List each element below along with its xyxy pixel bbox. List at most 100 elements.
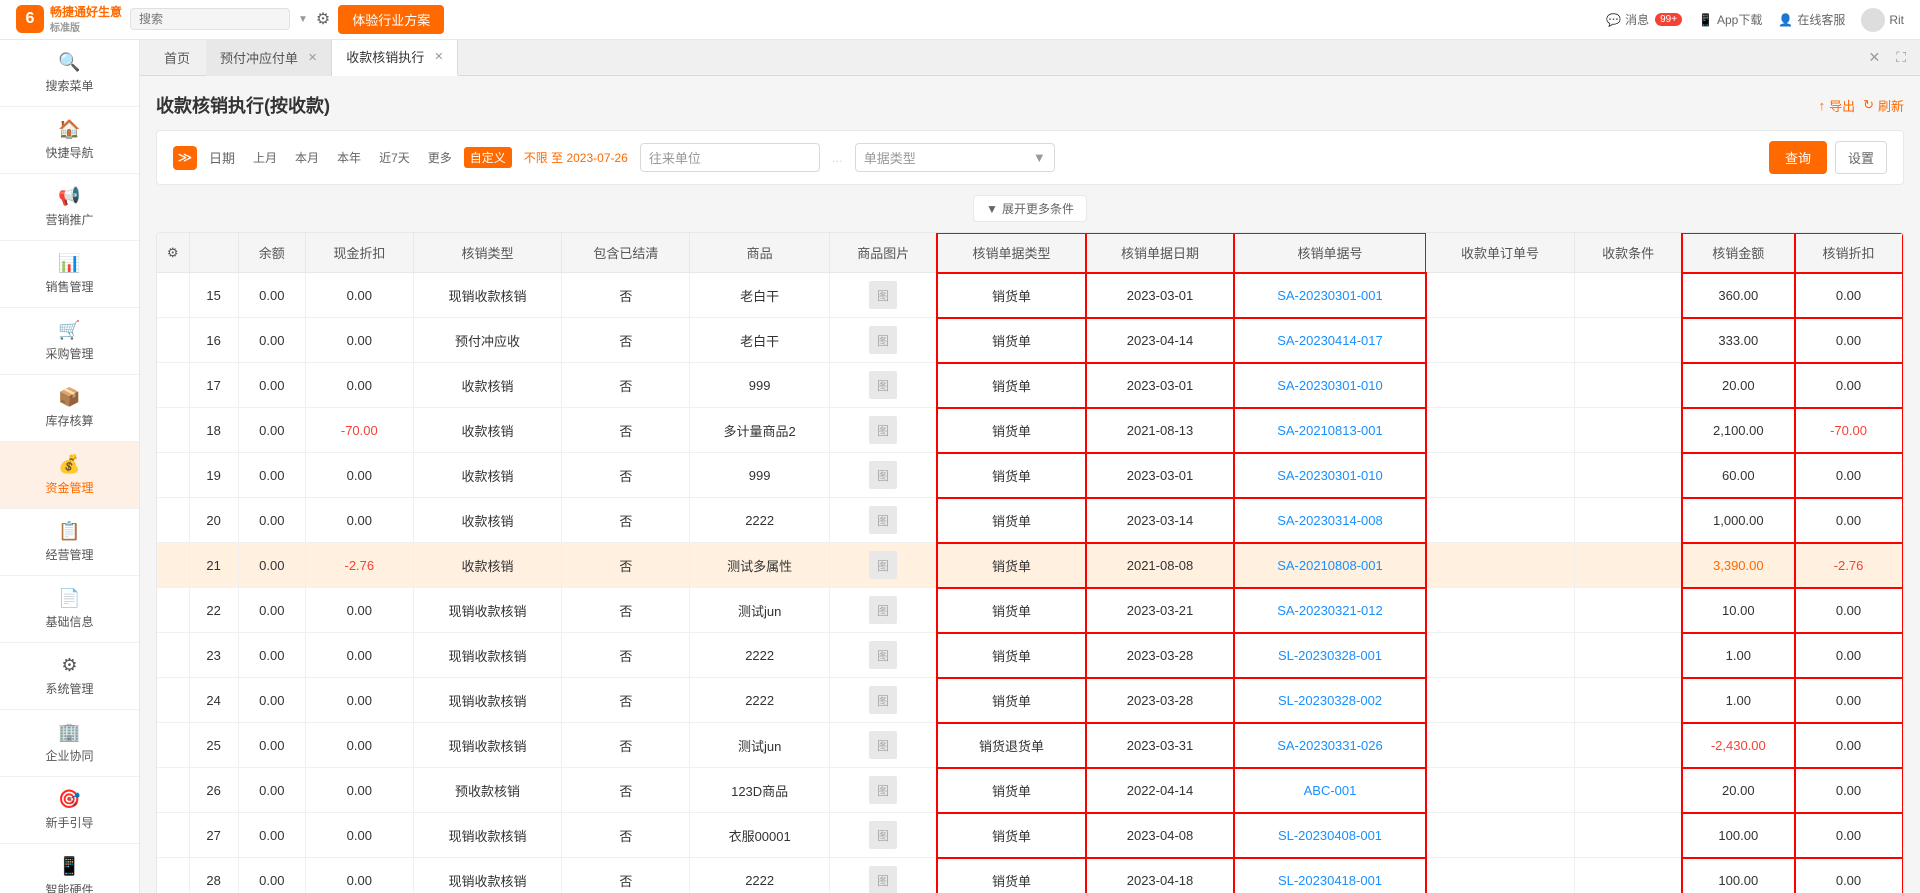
bill-no-link[interactable]: SA-20210808-001 bbox=[1277, 558, 1383, 573]
col-goods-cell: 999 bbox=[690, 363, 829, 408]
col-rownum-cell: 19 bbox=[189, 453, 238, 498]
system-icon: ⚙ bbox=[61, 655, 77, 676]
filter-more-btn[interactable]: 更多 bbox=[422, 147, 458, 168]
bill-no-link[interactable]: SL-20230328-002 bbox=[1278, 693, 1382, 708]
col-goods-image-cell: 图 bbox=[829, 363, 937, 408]
filter-expand-button[interactable]: ≫ bbox=[173, 146, 197, 170]
col-verify-discount-cell: 0.00 bbox=[1795, 723, 1903, 768]
logo-icon: 6 bbox=[16, 5, 44, 33]
sidebar-item-enterprise[interactable]: 🏢 企业协同 bbox=[0, 710, 139, 777]
bill-no-link[interactable]: SA-20210813-001 bbox=[1277, 423, 1383, 438]
col-verify-bill-date-cell: 2023-03-01 bbox=[1086, 363, 1235, 408]
sidebar-item-purchase[interactable]: 🛒 采购管理 bbox=[0, 308, 139, 375]
sidebar-item-hardware[interactable]: 📱 智能硬件 bbox=[0, 844, 139, 893]
bill-no-link[interactable]: SA-20230314-008 bbox=[1277, 513, 1383, 528]
col-verify-bill-type-cell: 销货单 bbox=[937, 408, 1086, 453]
table-header-row: ⚙ 余额 现金折扣 核销类型 包含已结清 商品 商品图片 核销单据类型 核销单据… bbox=[157, 233, 1903, 273]
bill-no-link[interactable]: SL-20230418-001 bbox=[1278, 873, 1382, 888]
filter-last-month-btn[interactable]: 上月 bbox=[247, 147, 283, 168]
tab-prepay-close[interactable]: ✕ bbox=[308, 51, 317, 64]
page-header: 收款核销执行(按收款) ↑ 导出 ↻ 刷新 bbox=[156, 92, 1904, 118]
svg-text:图: 图 bbox=[877, 784, 889, 798]
col-verify-bill-no-cell: SA-20230314-008 bbox=[1234, 498, 1426, 543]
table-row: 22 0.00 0.00 现销收款核销 否 测试jun 图 销货单 2023-0… bbox=[157, 588, 1903, 633]
bill-no-link[interactable]: SA-20230414-017 bbox=[1277, 333, 1383, 348]
col-receipt-order-no-cell bbox=[1426, 273, 1575, 318]
filter-unit-input[interactable]: 往来单位 bbox=[640, 143, 820, 172]
col-verify-bill-type-cell: 销货单 bbox=[937, 453, 1086, 498]
col-goods-cell: 测试jun bbox=[690, 588, 829, 633]
filter-type-select[interactable]: 单据类型 ▼ bbox=[855, 143, 1055, 172]
table-container: ⚙ 余额 现金折扣 核销类型 包含已结清 商品 商品图片 核销单据类型 核销单据… bbox=[156, 232, 1904, 893]
sidebar-item-marketing[interactable]: 📢 营销推广 bbox=[0, 174, 139, 241]
bill-no-link[interactable]: SL-20230328-001 bbox=[1278, 648, 1382, 663]
sidebar-item-sales[interactable]: 📊 销售管理 bbox=[0, 241, 139, 308]
col-verify-discount-cell: 0.00 bbox=[1795, 678, 1903, 723]
search-dropdown-arrow[interactable]: ▼ bbox=[298, 14, 308, 25]
col-settings-header[interactable]: ⚙ bbox=[157, 233, 189, 273]
settings-icon[interactable]: ⚙ bbox=[316, 9, 330, 29]
col-settings-cell bbox=[157, 723, 189, 768]
tab-restore-btn[interactable]: ⛶ bbox=[1890, 47, 1912, 68]
sidebar-item-finance[interactable]: 💰 资金管理 bbox=[0, 442, 139, 509]
logo-title: 畅捷通好生意 bbox=[50, 5, 122, 19]
col-verify-type-cell: 预付冲应收 bbox=[413, 318, 562, 363]
filter-custom-btn[interactable]: 自定义 bbox=[464, 147, 512, 168]
bill-no-link[interactable]: SA-20230321-012 bbox=[1277, 603, 1383, 618]
tab-home[interactable]: 首页 bbox=[148, 40, 206, 76]
col-verify-amount-cell: 60.00 bbox=[1682, 453, 1794, 498]
col-goods-image-cell: 图 bbox=[829, 543, 937, 588]
filter-this-year-btn[interactable]: 本年 bbox=[331, 147, 367, 168]
expand-more-button[interactable]: ▼ 展开更多条件 bbox=[973, 195, 1087, 222]
col-verify-bill-type-header: 核销单据类型 bbox=[937, 233, 1086, 273]
tab-current[interactable]: 收款核销执行 ✕ bbox=[332, 40, 458, 76]
col-verify-amount-cell: -2,430.00 bbox=[1682, 723, 1794, 768]
filter-last7-btn[interactable]: 近7天 bbox=[373, 147, 416, 168]
col-goods-image-cell: 图 bbox=[829, 633, 937, 678]
col-include-settled-header: 包含已结清 bbox=[562, 233, 690, 273]
tab-prepay[interactable]: 预付冲应付单 ✕ bbox=[206, 40, 332, 76]
sidebar-item-system[interactable]: ⚙ 系统管理 bbox=[0, 643, 139, 710]
app-download-item[interactable]: 📱 App下载 bbox=[1698, 11, 1762, 28]
messages-item[interactable]: 💬 消息 99+ bbox=[1606, 11, 1682, 28]
refresh-button[interactable]: ↻ 刷新 bbox=[1863, 96, 1904, 115]
filter-query-button[interactable]: 查询 bbox=[1769, 141, 1827, 174]
col-receipt-order-no-cell bbox=[1426, 813, 1575, 858]
col-verify-bill-date-cell: 2023-03-28 bbox=[1086, 633, 1235, 678]
filter-settings-button[interactable]: 设置 bbox=[1835, 141, 1887, 174]
col-cash-discount-cell: -2.76 bbox=[305, 543, 413, 588]
col-settings-cell bbox=[157, 678, 189, 723]
sales-icon: 📊 bbox=[58, 253, 80, 274]
sidebar-item-base-info[interactable]: 📄 基础信息 bbox=[0, 576, 139, 643]
user-item[interactable]: Rit bbox=[1861, 8, 1904, 32]
sidebar-item-inventory[interactable]: 📦 库存核算 bbox=[0, 375, 139, 442]
bill-no-link[interactable]: SL-20230408-001 bbox=[1278, 828, 1382, 843]
sidebar-item-guide[interactable]: 🎯 新手引导 bbox=[0, 777, 139, 844]
trial-button[interactable]: 体验行业方案 bbox=[338, 5, 444, 34]
filter-date-label: 日期 bbox=[209, 148, 235, 167]
bill-no-link[interactable]: SA-20230301-010 bbox=[1277, 468, 1383, 483]
col-verify-discount-cell: 0.00 bbox=[1795, 273, 1903, 318]
bill-no-link[interactable]: ABC-001 bbox=[1304, 783, 1357, 798]
bill-no-link[interactable]: SA-20230301-010 bbox=[1277, 378, 1383, 393]
tab-close-all-btn[interactable]: ✕ bbox=[1862, 47, 1886, 68]
bill-no-link[interactable]: SA-20230331-026 bbox=[1277, 738, 1383, 753]
col-receipt-order-no-header: 收款单订单号 bbox=[1426, 233, 1575, 273]
sidebar-item-management[interactable]: 📋 经营管理 bbox=[0, 509, 139, 576]
col-verify-bill-type-cell: 销货单 bbox=[937, 813, 1086, 858]
online-service-item[interactable]: 👤 在线客服 bbox=[1778, 11, 1845, 28]
export-button[interactable]: ↑ 导出 bbox=[1819, 96, 1856, 115]
col-include-settled-cell: 否 bbox=[562, 498, 690, 543]
col-goods-image-cell: 图 bbox=[829, 498, 937, 543]
sidebar-item-nav[interactable]: 🏠 快捷导航 bbox=[0, 107, 139, 174]
bill-no-link[interactable]: SA-20230301-001 bbox=[1277, 288, 1383, 303]
filter-this-month-btn[interactable]: 本月 bbox=[289, 147, 325, 168]
tab-bar: 首页 预付冲应付单 ✕ 收款核销执行 ✕ ✕ ⛶ bbox=[140, 40, 1920, 76]
table-row: 23 0.00 0.00 现销收款核销 否 2222 图 销货单 2023-03… bbox=[157, 633, 1903, 678]
tab-current-close[interactable]: ✕ bbox=[434, 50, 443, 63]
col-verify-type-cell: 现销收款核销 bbox=[413, 813, 562, 858]
col-verify-amount-cell: 100.00 bbox=[1682, 858, 1794, 893]
sidebar-item-search[interactable]: 🔍 搜索菜单 bbox=[0, 40, 139, 107]
table-row: 16 0.00 0.00 预付冲应收 否 老白干 图 销货单 2023-04-1… bbox=[157, 318, 1903, 363]
search-input[interactable] bbox=[130, 8, 290, 30]
